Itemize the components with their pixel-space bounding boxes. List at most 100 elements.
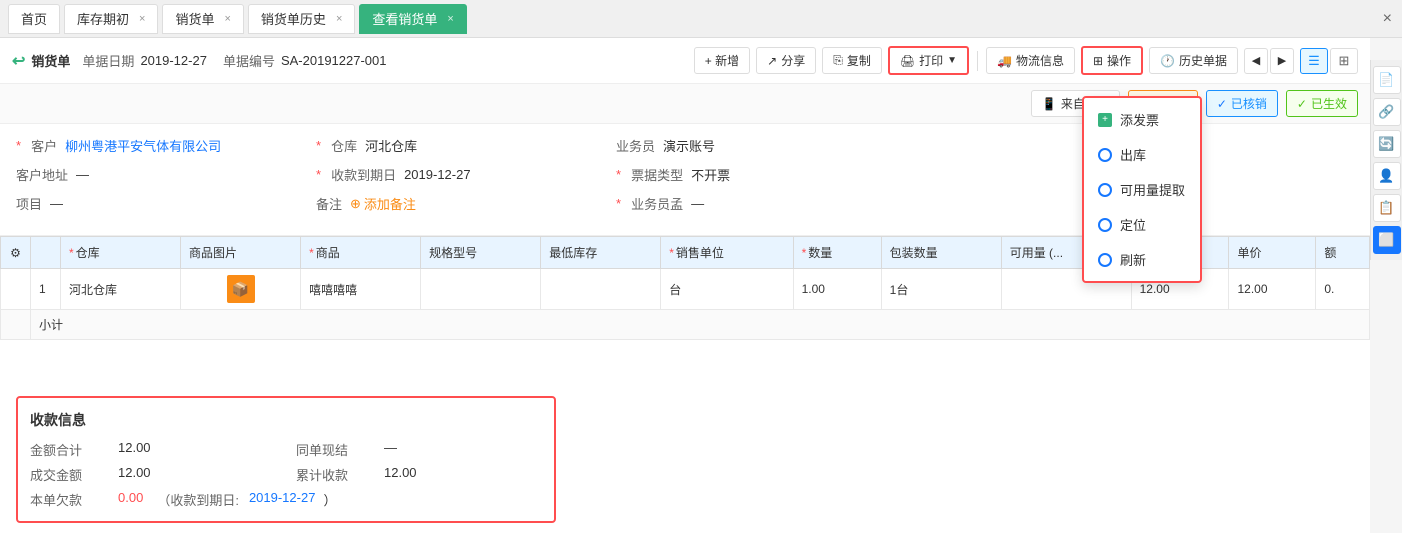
address-field: 客户地址 — (16, 165, 296, 184)
print-icon: 🖨 (900, 54, 915, 68)
doc-meta: 单据日期 2019-12-27 单据编号 SA-20191227-001 (82, 51, 386, 70)
deal-amount-label: 成交金额 (30, 465, 110, 484)
warehouse-required: * (316, 138, 321, 153)
effective-icon: ✓ (1297, 97, 1307, 111)
deal-amount-value: 12.00 (118, 465, 151, 484)
dropdown-available-extract[interactable]: 可用量提取 (1084, 172, 1200, 207)
tab-bar: 首页 库存期初 × 销货单 × 销货单历史 × 查看销货单 × × (0, 0, 1402, 38)
tab-sales-history[interactable]: 销货单历史 × (248, 4, 355, 34)
print-button[interactable]: 🖨 打印 ▼ (888, 46, 969, 75)
payment-date-label: 收款到期日 (331, 165, 396, 184)
sidebar-expand-button[interactable]: ⬜ (1373, 226, 1401, 254)
sales-staff-label: 业务员孟 (631, 194, 683, 213)
amount-label: 金额合计 (30, 440, 110, 459)
sidebar-clipboard-button[interactable]: 📋 (1373, 194, 1401, 222)
copy-button[interactable]: ⎘ 复制 (822, 47, 882, 74)
tab-bar-close-button[interactable]: × (1383, 10, 1392, 28)
tab-sales-close[interactable]: × (224, 13, 230, 25)
row-seq-cell: 1 (31, 269, 61, 310)
operations-button[interactable]: ⊞ 操作 (1081, 46, 1143, 75)
ticket-type-label: 票据类型 (631, 165, 683, 184)
add-invoice-label: 添发票 (1120, 110, 1159, 129)
phone-icon: 📱 (1042, 97, 1057, 111)
locate-label: 定位 (1120, 215, 1146, 234)
tab-sales-order[interactable]: 销货单 × (162, 4, 243, 34)
sidebar-doc-button[interactable]: 📄 (1373, 66, 1401, 94)
spec-col-header: 规格型号 (421, 237, 541, 269)
customer-required: * (16, 138, 21, 153)
logistics-icon: 🚚 (997, 54, 1012, 68)
row-warehouse-cell: 河北仓库 (61, 269, 181, 310)
available-extract-icon (1098, 183, 1112, 197)
sidebar-refresh-button[interactable]: 🔄 (1373, 130, 1401, 158)
refresh-label: 刷新 (1120, 250, 1146, 269)
confirm-button[interactable]: ✓ 已核销 (1206, 90, 1278, 117)
product-img-col-header: 商品图片 (181, 237, 301, 269)
dropdown-refresh[interactable]: 刷新 (1084, 242, 1200, 277)
view-toggle: ☰ ⊞ (1300, 48, 1358, 74)
dropdown-outbound[interactable]: 出库 (1084, 137, 1200, 172)
add-remark-button[interactable]: ⊕ 添加备注 (350, 194, 416, 213)
product-col-header: *商品 (301, 237, 421, 269)
qty-col-header: *数量 (793, 237, 881, 269)
footer-arrears-row: 本单欠款 0.00 （收款到期日: 2019-12-27 ） (30, 490, 542, 509)
same-settle-label: 同单现结 (296, 440, 376, 459)
cumulative-payment-label: 累计收款 (296, 465, 376, 484)
arrears-due-date: 2019-12-27 (249, 490, 316, 509)
sidebar-user-button[interactable]: 👤 (1373, 162, 1401, 190)
prev-button[interactable]: ◀ (1244, 48, 1268, 74)
doc-number-label: 单据编号 (223, 51, 275, 70)
settings-col-header: ⚙ (1, 237, 31, 269)
settings-icon[interactable]: ⚙ (10, 246, 21, 260)
list-view-button[interactable]: ☰ (1300, 48, 1328, 74)
nav-arrows: ◀ ▶ (1244, 48, 1294, 74)
tab-home[interactable]: 首页 (8, 4, 60, 34)
tab-history-close[interactable]: × (336, 13, 342, 25)
unit-col-header: *销售单位 (661, 237, 793, 269)
operations-label: 操作 (1107, 52, 1131, 69)
print-dropdown-icon: ▼ (947, 55, 957, 66)
seq-col-header (31, 237, 61, 269)
logistics-button[interactable]: 🚚 物流信息 (986, 47, 1075, 74)
remark-field: 备注 ⊕ 添加备注 (316, 194, 596, 213)
ticket-required: * (616, 167, 621, 182)
add-invoice-icon: + (1098, 113, 1112, 127)
print-label: 打印 (919, 52, 943, 69)
operations-icon: ⊞ (1093, 54, 1103, 68)
staff-value: 演示账号 (663, 136, 715, 155)
tab-inventory-close[interactable]: × (139, 13, 145, 25)
tab-inventory-init[interactable]: 库存期初 × (64, 4, 158, 34)
sidebar-link-button[interactable]: 🔗 (1373, 98, 1401, 126)
copy-icon: ⎘ (833, 53, 843, 68)
new-button[interactable]: + 新增 (694, 47, 750, 74)
locate-icon (1098, 218, 1112, 232)
tab-view-sales[interactable]: 查看销货单 × (359, 4, 466, 34)
remark-label: 备注 (316, 194, 342, 213)
footer-cumulative-payment-row: 累计收款 12.00 (296, 465, 542, 484)
customer-value[interactable]: 柳州粤港平安气体有限公司 (65, 136, 221, 155)
tab-inventory-label: 库存期初 (77, 9, 129, 28)
tab-home-label: 首页 (21, 9, 47, 28)
divider-1 (977, 51, 978, 71)
warehouse-value: 河北仓库 (365, 136, 417, 155)
footer-title: 收款信息 (30, 410, 542, 430)
outbound-label: 出库 (1120, 145, 1146, 164)
amount-value: 12.00 (118, 440, 151, 459)
effective-label: 已生效 (1311, 95, 1347, 112)
tab-view-close[interactable]: × (447, 13, 453, 25)
sales-staff-required: * (616, 196, 621, 211)
refresh-icon (1098, 253, 1112, 267)
available-extract-label: 可用量提取 (1120, 180, 1185, 199)
dropdown-add-invoice[interactable]: + 添发票 (1084, 102, 1200, 137)
share-button[interactable]: ↗ 分享 (756, 47, 816, 74)
history-button[interactable]: 🕐 历史单据 (1149, 47, 1238, 74)
effective-button[interactable]: ✓ 已生效 (1286, 90, 1358, 117)
tab-history-label: 销货单历史 (261, 9, 326, 28)
dropdown-locate[interactable]: 定位 (1084, 207, 1200, 242)
doc-title-area: ↩ 销货单 (12, 51, 70, 71)
grid-view-button[interactable]: ⊞ (1330, 48, 1358, 74)
next-button[interactable]: ▶ (1270, 48, 1294, 74)
doc-date-label: 单据日期 (82, 51, 134, 70)
project-label: 项目 (16, 194, 42, 213)
history-icon: 🕐 (1160, 54, 1175, 68)
